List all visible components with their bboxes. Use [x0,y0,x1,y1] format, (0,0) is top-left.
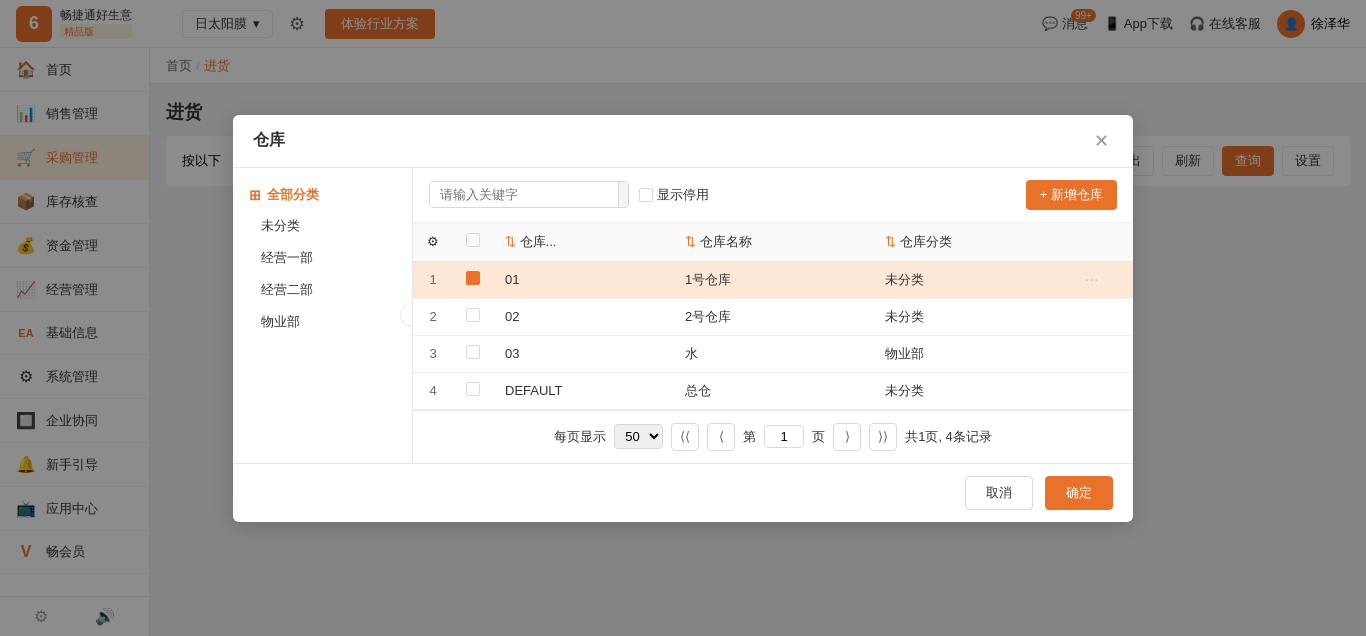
last-page-button[interactable]: ⟩⟩ [869,423,897,451]
warehouse-modal: 仓库 ✕ ⊞ 全部分类 《 未分类 经营一部 经营二部 物业部 [233,115,1133,522]
pagination: 每页显示 50 ⟨⟨ ⟨ 第 页 ⟩ ⟩⟩ 共1页, 4条记录 [413,410,1133,463]
row-code: 02 [493,298,673,335]
table-toolbar: 🔍 显示停用 + 新增仓库 [413,168,1133,223]
col-actions-header [1073,223,1133,262]
add-warehouse-button[interactable]: + 新增仓库 [1026,180,1117,210]
col-select-all [453,223,493,262]
row-code: DEFAULT [493,372,673,409]
prev-page-button[interactable]: ⟨ [707,423,735,451]
data-table: ⚙ ⇅ 仓库... ⇅ [413,223,1133,410]
row-number: 2 [413,298,453,335]
sort-icon-3: ⇅ [885,234,896,249]
col-gear: ⚙ [413,223,453,262]
category-unclassified[interactable]: 未分类 [233,210,412,242]
modal-title: 仓库 [253,130,285,151]
grid-icon: ⊞ [249,187,261,203]
per-page-select[interactable]: 50 [614,424,663,449]
table-row[interactable]: 3 03 水 物业部 [413,335,1133,372]
row-checkbox[interactable] [453,372,493,409]
row-category: 未分类 [873,261,1073,298]
show-disabled-label[interactable]: 显示停用 [639,186,709,204]
row-actions: ··· [1073,261,1133,298]
page-input[interactable] [764,425,804,448]
category-ops1[interactable]: 经营一部 [233,242,412,274]
cancel-button[interactable]: 取消 [965,476,1033,510]
row-number: 4 [413,372,453,409]
sort-icon: ⇅ [505,234,516,249]
table-row[interactable]: 2 02 2号仓库 未分类 [413,298,1133,335]
row-name: 1号仓库 [673,261,873,298]
select-all-checkbox[interactable] [466,233,480,247]
col-name-header: ⇅ 仓库名称 [673,223,873,262]
sort-icon-2: ⇅ [685,234,696,249]
row-name: 2号仓库 [673,298,873,335]
table-row[interactable]: 4 DEFAULT 总仓 未分类 [413,372,1133,409]
confirm-button[interactable]: 确定 [1045,476,1113,510]
row-name: 水 [673,335,873,372]
row-number: 3 [413,335,453,372]
row-code: 01 [493,261,673,298]
category-ops2[interactable]: 经营二部 [233,274,412,306]
all-categories[interactable]: ⊞ 全部分类 [233,180,412,210]
modal-footer: 取消 确定 [233,463,1133,522]
row-code: 03 [493,335,673,372]
modal-overlay: 仓库 ✕ ⊞ 全部分类 《 未分类 经营一部 经营二部 物业部 [0,0,1366,636]
show-disabled-checkbox[interactable] [639,188,653,202]
col-category-header: ⇅ 仓库分类 [873,223,1073,262]
col-code-header: ⇅ 仓库... [493,223,673,262]
row-checkbox[interactable] [453,298,493,335]
row-checkbox[interactable] [453,335,493,372]
search-input[interactable] [430,182,618,207]
row-actions [1073,298,1133,335]
table-row[interactable]: 1 01 1号仓库 未分类 ··· [413,261,1133,298]
row-category: 未分类 [873,372,1073,409]
row-category: 未分类 [873,298,1073,335]
modal-body: ⊞ 全部分类 《 未分类 经营一部 经营二部 物业部 🔍 [233,168,1133,463]
next-page-button[interactable]: ⟩ [833,423,861,451]
more-button[interactable]: ··· [1085,271,1098,288]
modal-header: 仓库 ✕ [233,115,1133,168]
row-number: 1 [413,261,453,298]
row-actions [1073,335,1133,372]
first-page-button[interactable]: ⟨⟨ [671,423,699,451]
category-panel: ⊞ 全部分类 《 未分类 经营一部 经营二部 物业部 [233,168,413,463]
row-name: 总仓 [673,372,873,409]
search-input-wrap: 🔍 [429,181,629,208]
modal-close-button[interactable]: ✕ [1089,129,1113,153]
table-settings-icon[interactable]: ⚙ [427,234,439,249]
row-category: 物业部 [873,335,1073,372]
table-panel: 🔍 显示停用 + 新增仓库 ⚙ [413,168,1133,463]
search-button[interactable]: 🔍 [618,182,629,207]
row-actions [1073,372,1133,409]
row-checkbox[interactable] [453,261,493,298]
category-property[interactable]: 物业部 [233,306,412,338]
